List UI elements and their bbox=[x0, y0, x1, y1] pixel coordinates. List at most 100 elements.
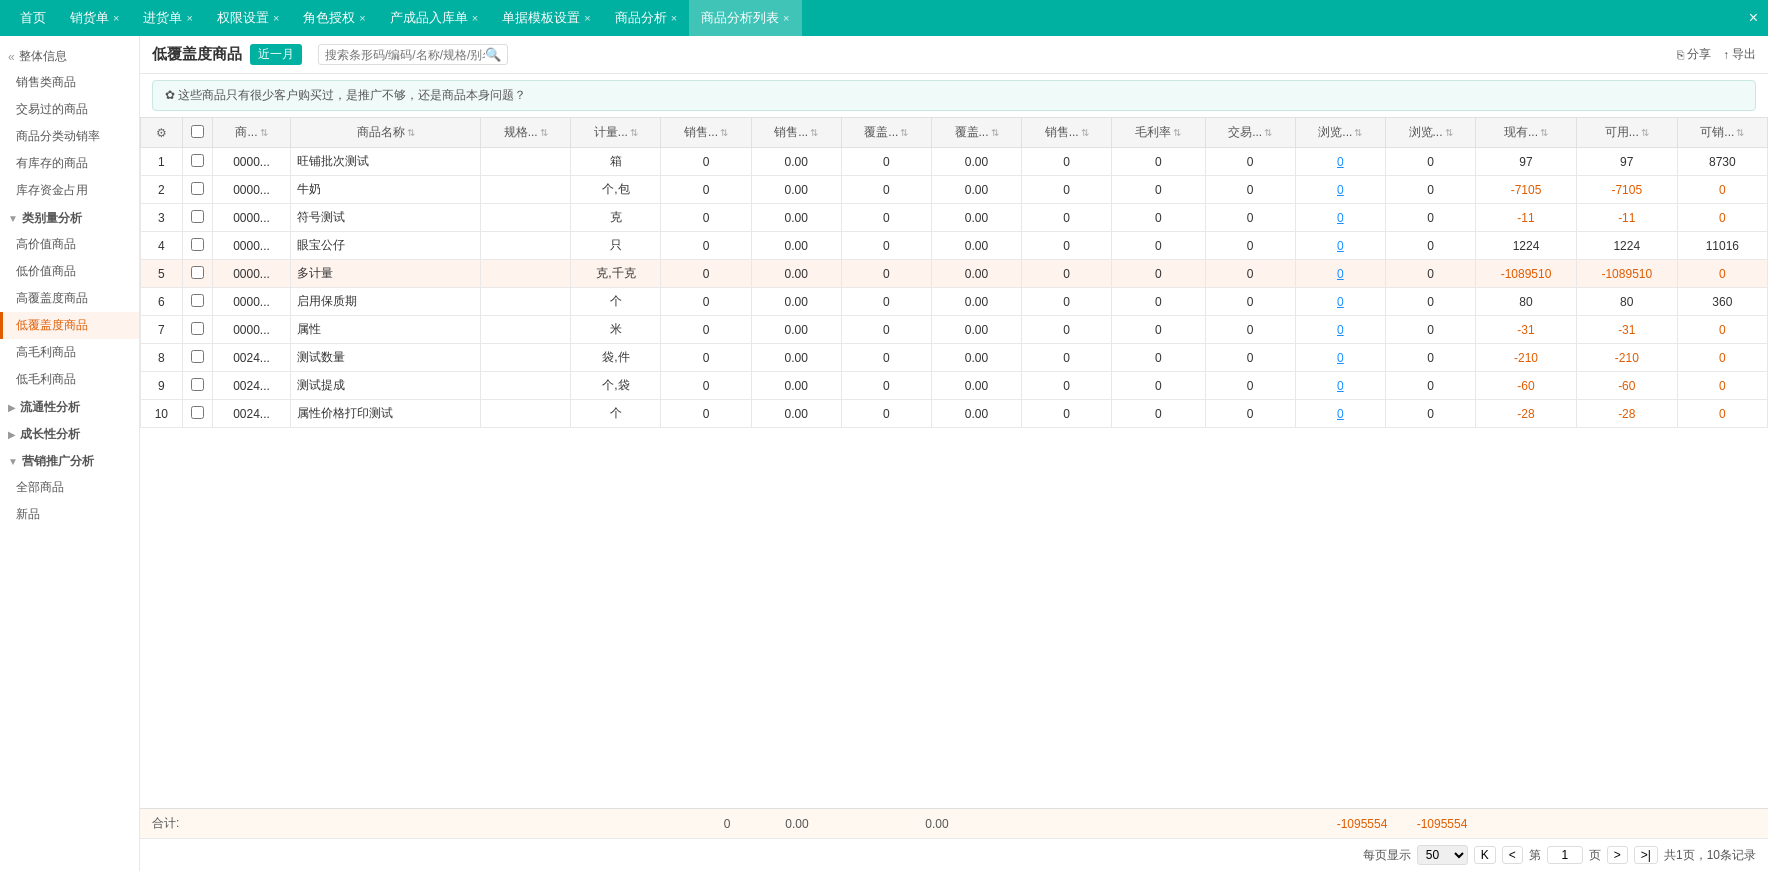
th-browse1[interactable]: 浏览...⇅ bbox=[1295, 118, 1385, 148]
period-button[interactable]: 近一月 bbox=[250, 44, 302, 65]
th-product-name[interactable]: 商品名称⇅ bbox=[291, 118, 481, 148]
page-size-select[interactable]: 50 10 20 100 bbox=[1417, 845, 1468, 865]
nav-product-analysis[interactable]: 商品分析 × bbox=[603, 0, 689, 36]
nav-product-stock[interactable]: 产成品入库单 × bbox=[378, 0, 490, 36]
row-checkbox[interactable] bbox=[182, 288, 212, 316]
window-close-button[interactable]: × bbox=[1749, 9, 1758, 27]
row-browse1[interactable]: 0 bbox=[1295, 204, 1385, 232]
sidebar-item-high-coverage[interactable]: 高覆盖度商品 bbox=[0, 285, 139, 312]
sidebar-item-in-stock[interactable]: 有库存的商品 bbox=[0, 150, 139, 177]
row-browse1[interactable]: 0 bbox=[1295, 316, 1385, 344]
sidebar-item-category-rate[interactable]: 商品分类动销率 bbox=[0, 123, 139, 150]
share-button[interactable]: ⎘ 分享 bbox=[1677, 46, 1711, 63]
sidebar-item-traded-products[interactable]: 交易过的商品 bbox=[0, 96, 139, 123]
last-page-btn[interactable]: >| bbox=[1634, 846, 1658, 864]
row-sales1: 0 bbox=[661, 372, 751, 400]
row-spec bbox=[481, 288, 571, 316]
first-page-btn[interactable]: K bbox=[1474, 846, 1496, 864]
export-label: 导出 bbox=[1732, 46, 1756, 63]
close-purchase-order[interactable]: × bbox=[186, 12, 192, 24]
row-browse1[interactable]: 0 bbox=[1295, 232, 1385, 260]
row-checkbox[interactable] bbox=[182, 148, 212, 176]
row-gross: 0 bbox=[1112, 288, 1205, 316]
search-input[interactable] bbox=[325, 48, 485, 62]
close-analysis[interactable]: × bbox=[671, 12, 677, 24]
nav-analysis-list[interactable]: 商品分析列表 × bbox=[689, 0, 801, 36]
current-page-input[interactable] bbox=[1547, 846, 1583, 864]
th-saleable[interactable]: 可销...⇅ bbox=[1677, 118, 1767, 148]
sidebar-item-low-value[interactable]: 低价值商品 bbox=[0, 258, 139, 285]
nav-permission-settings[interactable]: 权限设置 × bbox=[205, 0, 291, 36]
th-product-code[interactable]: 商...⇅ bbox=[212, 118, 291, 148]
nav-role-auth[interactable]: 角色授权 × bbox=[291, 0, 377, 36]
close-analysis-list[interactable]: × bbox=[783, 12, 789, 24]
table-row[interactable]: 4 0000... 眼宝公仔 只 0 0.00 0 0.00 0 0 0 0 0… bbox=[141, 232, 1768, 260]
row-checkbox[interactable] bbox=[182, 260, 212, 288]
row-checkbox[interactable] bbox=[182, 232, 212, 260]
sidebar-item-sales-products[interactable]: 销售类商品 bbox=[0, 69, 139, 96]
nav-home[interactable]: 首页 bbox=[8, 0, 58, 36]
row-sales1: 0 bbox=[661, 176, 751, 204]
row-browse1[interactable]: 0 bbox=[1295, 288, 1385, 316]
nav-sales-order[interactable]: 销货单 × bbox=[58, 0, 131, 36]
row-checkbox[interactable] bbox=[182, 372, 212, 400]
th-sales-amount[interactable]: 销售...⇅ bbox=[751, 118, 841, 148]
th-current-stock[interactable]: 现有...⇅ bbox=[1476, 118, 1577, 148]
sidebar-item-new-products[interactable]: 新品 bbox=[0, 501, 139, 528]
table-row[interactable]: 3 0000... 符号测试 克 0 0.00 0 0.00 0 0 0 0 0… bbox=[141, 204, 1768, 232]
th-available-stock[interactable]: 可用...⇅ bbox=[1576, 118, 1677, 148]
th-browse2[interactable]: 浏览...⇅ bbox=[1385, 118, 1475, 148]
close-product-stock[interactable]: × bbox=[472, 12, 478, 24]
row-browse1[interactable]: 0 bbox=[1295, 260, 1385, 288]
row-browse1[interactable]: 0 bbox=[1295, 344, 1385, 372]
th-coverage1[interactable]: 覆盖...⇅ bbox=[841, 118, 931, 148]
th-coverage2[interactable]: 覆盖...⇅ bbox=[931, 118, 1021, 148]
sidebar-item-high-value[interactable]: 高价值商品 bbox=[0, 231, 139, 258]
row-checkbox[interactable] bbox=[182, 204, 212, 232]
close-template[interactable]: × bbox=[584, 12, 590, 24]
row-sales1: 0 bbox=[661, 344, 751, 372]
sidebar-item-low-coverage[interactable]: 低覆盖度商品 bbox=[0, 312, 139, 339]
table-row[interactable]: 2 0000... 牛奶 个,包 0 0.00 0 0.00 0 0 0 0 0… bbox=[141, 176, 1768, 204]
th-trade[interactable]: 交易...⇅ bbox=[1205, 118, 1295, 148]
nav-template-settings[interactable]: 单据模板设置 × bbox=[490, 0, 602, 36]
row-checkbox[interactable] bbox=[182, 400, 212, 428]
table-row[interactable]: 1 0000... 旺铺批次测试 箱 0 0.00 0 0.00 0 0 0 0… bbox=[141, 148, 1768, 176]
sidebar-item-all-products[interactable]: 全部商品 bbox=[0, 474, 139, 501]
row-available: -31 bbox=[1576, 316, 1677, 344]
prev-page-btn[interactable]: < bbox=[1502, 846, 1523, 864]
table-row[interactable]: 10 0024... 属性价格打印测试 个 0 0.00 0 0.00 0 0 … bbox=[141, 400, 1768, 428]
row-checkbox[interactable] bbox=[182, 344, 212, 372]
table-row[interactable]: 9 0024... 测试提成 个,袋 0 0.00 0 0.00 0 0 0 0… bbox=[141, 372, 1768, 400]
table-row[interactable]: 6 0000... 启用保质期 个 0 0.00 0 0.00 0 0 0 0 … bbox=[141, 288, 1768, 316]
th-spec[interactable]: 规格...⇅ bbox=[481, 118, 571, 148]
export-button[interactable]: ↑ 导出 bbox=[1723, 46, 1756, 63]
table-row[interactable]: 5 0000... 多计量 克,千克 0 0.00 0 0.00 0 0 0 0… bbox=[141, 260, 1768, 288]
row-checkbox[interactable] bbox=[182, 176, 212, 204]
close-role[interactable]: × bbox=[359, 12, 365, 24]
select-all-checkbox[interactable] bbox=[191, 125, 204, 138]
th-sales3[interactable]: 销售...⇅ bbox=[1022, 118, 1112, 148]
row-checkbox[interactable] bbox=[182, 316, 212, 344]
row-browse1[interactable]: 0 bbox=[1295, 400, 1385, 428]
nav-purchase-order[interactable]: 进货单 × bbox=[131, 0, 204, 36]
page-size-label: 每页显示 bbox=[1363, 847, 1411, 864]
sidebar-item-stock-capital[interactable]: 库存资金占用 bbox=[0, 177, 139, 204]
th-unit[interactable]: 计量...⇅ bbox=[571, 118, 661, 148]
th-sales-qty[interactable]: 销售...⇅ bbox=[661, 118, 751, 148]
table-row[interactable]: 8 0024... 测试数量 袋,件 0 0.00 0 0.00 0 0 0 0… bbox=[141, 344, 1768, 372]
row-browse1[interactable]: 0 bbox=[1295, 148, 1385, 176]
close-permission[interactable]: × bbox=[273, 12, 279, 24]
gear-settings-icon[interactable]: ⚙ bbox=[141, 118, 183, 148]
sidebar-item-low-profit[interactable]: 低毛利商品 bbox=[0, 366, 139, 393]
sidebar-collapse-btn[interactable]: « bbox=[8, 50, 15, 64]
th-gross-margin[interactable]: 毛利率⇅ bbox=[1112, 118, 1205, 148]
row-browse1[interactable]: 0 bbox=[1295, 372, 1385, 400]
data-table-container[interactable]: ⚙ 商...⇅ 商品名称⇅ 规格...⇅ 计量...⇅ 销售...⇅ 销售...… bbox=[140, 117, 1768, 808]
sidebar-item-high-profit[interactable]: 高毛利商品 bbox=[0, 339, 139, 366]
select-all-checkbox-header[interactable] bbox=[182, 118, 212, 148]
row-browse1[interactable]: 0 bbox=[1295, 176, 1385, 204]
table-row[interactable]: 7 0000... 属性 米 0 0.00 0 0.00 0 0 0 0 0 -… bbox=[141, 316, 1768, 344]
close-sales-order[interactable]: × bbox=[113, 12, 119, 24]
next-page-btn[interactable]: > bbox=[1607, 846, 1628, 864]
